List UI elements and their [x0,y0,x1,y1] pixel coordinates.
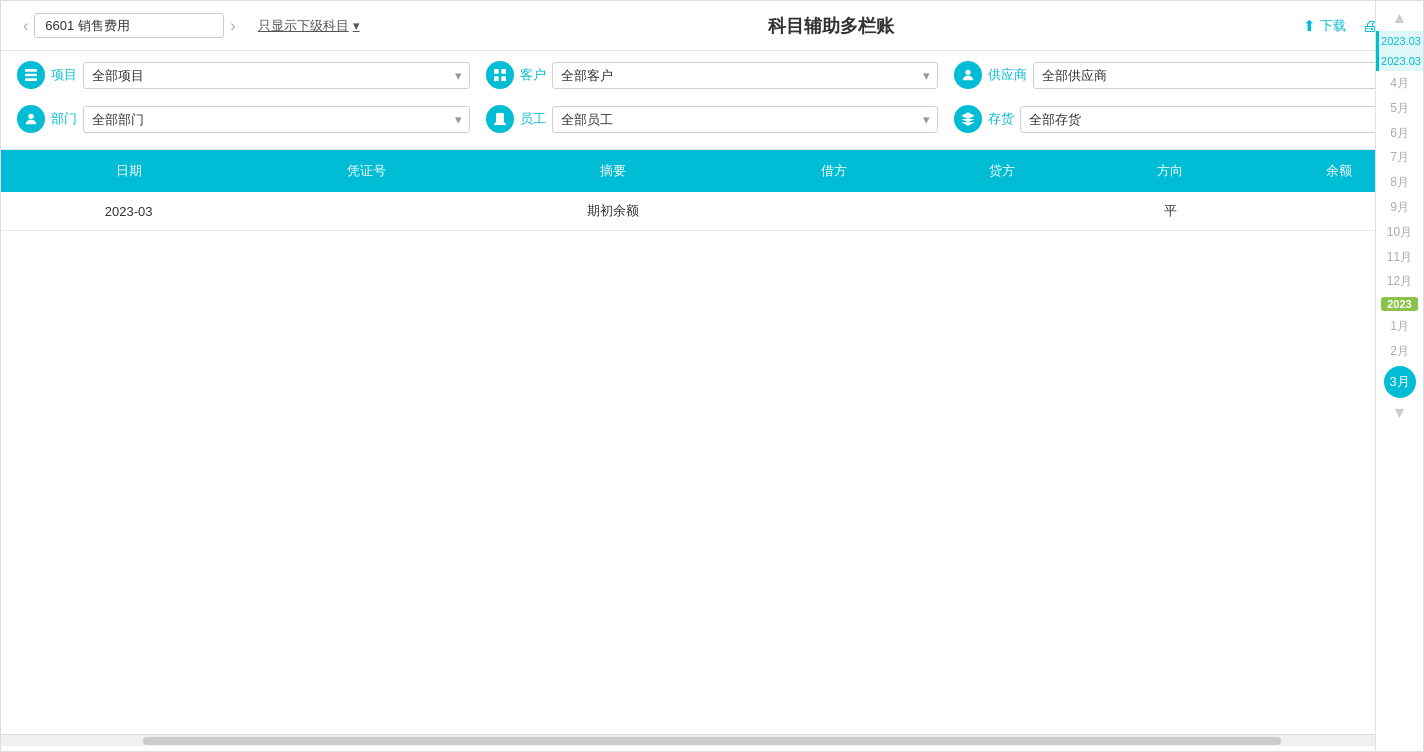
filter-row-2: 部门 全部部门 ▾ 员工 [17,105,1407,133]
table-area: 日期 凭证号 摘要 借方 贷方 方向 余额 2023-03 期初余额 [1,150,1423,734]
svg-rect-5 [496,113,504,122]
col-debit: 借方 [750,150,918,192]
page-title: 科目辅助多栏账 [360,14,1303,38]
inventory-select-wrapper: 全部存货 ▾ [1020,106,1407,133]
timeline-month-10[interactable]: 10月 [1382,220,1418,245]
download-label: 下载 [1320,17,1346,35]
project-select[interactable]: 全部项目 [83,62,470,89]
customer-select-wrapper: 全部客户 ▾ [552,62,939,89]
employee-label: 员工 [520,110,546,128]
cell-summary: 期初余额 [477,192,750,231]
download-button[interactable]: ⬆ 下载 [1303,17,1346,35]
filter-item-project: 项目 全部项目 ▾ [17,61,470,89]
supplier-icon [954,61,982,89]
col-summary: 摘要 [477,150,750,192]
filter-area: 项目 全部项目 ▾ 客户 [1,51,1423,150]
inventory-select[interactable]: 全部存货 [1020,106,1407,133]
timeline-range-end[interactable]: 2023.03 [1376,51,1423,71]
timeline-year-2023: 2023 [1381,297,1417,311]
timeline-month-12[interactable]: 12月 [1382,269,1418,294]
svg-rect-0 [25,69,37,72]
timeline-month-7[interactable]: 7月 [1382,145,1418,170]
svg-rect-2 [25,78,37,81]
supplier-select-wrapper: 全部供应商 ▾ [1033,62,1407,89]
customer-select[interactable]: 全部客户 [552,62,939,89]
project-label: 项目 [51,66,77,84]
show-sub-toggle[interactable]: 只显示下级科目 ▾ [258,17,360,35]
customer-label: 客户 [520,66,546,84]
dept-label: 部门 [51,110,77,128]
filter-item-employee: 员工 全部员工 ▾ [486,105,939,133]
inventory-icon [954,105,982,133]
account-code-input[interactable]: 6601 销售费用 [34,13,224,38]
timeline-down-nav[interactable]: ▼ [1388,400,1412,426]
employee-icon [486,105,514,133]
scrollbar-track [143,737,1281,745]
filter-item-customer: 客户 全部客户 ▾ [486,61,939,89]
timeline-month-1[interactable]: 1月 [1382,314,1418,339]
project-icon [17,61,45,89]
timeline-month-11[interactable]: 11月 [1382,245,1418,270]
employee-select-wrapper: 全部员工 ▾ [552,106,939,133]
inventory-label: 存货 [988,110,1014,128]
cell-direction: 平 [1086,192,1254,231]
header: ‹ 6601 销售费用 › 只显示下级科目 ▾ 科目辅助多栏账 ⬆ 下载 🖨 打… [1,1,1423,51]
timeline-month-2[interactable]: 2月 [1382,339,1418,364]
bottom-scrollbar[interactable] [1,734,1423,746]
timeline-month-6[interactable]: 6月 [1382,121,1418,146]
svg-point-3 [966,70,971,75]
timeline-panel: ▲ 2023.03 2023.03 4月 5月 6月 7月 8月 9月 10月 … [1375,1,1423,751]
cell-credit [918,192,1086,231]
filter-row-1: 项目 全部项目 ▾ 客户 [17,61,1407,89]
timeline-month-9[interactable]: 9月 [1382,195,1418,220]
timeline-month-4[interactable]: 4月 [1382,71,1418,96]
cell-debit [750,192,918,231]
project-select-wrapper: 全部项目 ▾ [83,62,470,89]
col-date: 日期 [1,150,256,192]
table-body: 2023-03 期初余额 平 [1,192,1423,231]
filter-item-dept: 部门 全部部门 ▾ [17,105,470,133]
ledger-table: 日期 凭证号 摘要 借方 贷方 方向 余额 2023-03 期初余额 [1,150,1423,231]
download-icon: ⬆ [1303,17,1316,35]
timeline-month-5[interactable]: 5月 [1382,96,1418,121]
cell-voucher [256,192,476,231]
show-sub-label: 只显示下级科目 [258,17,349,35]
col-credit: 贷方 [918,150,1086,192]
timeline-range-start[interactable]: 2023.03 [1376,31,1423,51]
svg-rect-1 [25,74,37,77]
svg-point-4 [28,114,33,119]
filter-item-supplier: 供应商 全部供应商 ▾ [954,61,1407,89]
timeline-month-3-current[interactable]: 3月 [1384,366,1416,398]
supplier-label: 供应商 [988,66,1027,84]
next-nav-button[interactable]: › [224,15,241,37]
timeline-up-nav[interactable]: ▲ [1388,5,1412,31]
timeline-month-8[interactable]: 8月 [1382,170,1418,195]
dept-select[interactable]: 全部部门 [83,106,470,133]
table-row[interactable]: 2023-03 期初余额 平 [1,192,1423,231]
show-sub-arrow-icon: ▾ [353,18,360,33]
prev-nav-button[interactable]: ‹ [17,15,34,37]
col-voucher: 凭证号 [256,150,476,192]
filter-item-inventory: 存货 全部存货 ▾ [954,105,1407,133]
customer-icon [486,61,514,89]
table-header-row: 日期 凭证号 摘要 借方 贷方 方向 余额 [1,150,1423,192]
supplier-select[interactable]: 全部供应商 [1033,62,1407,89]
dept-icon [17,105,45,133]
col-direction: 方向 [1086,150,1254,192]
cell-date: 2023-03 [1,192,256,231]
employee-select[interactable]: 全部员工 [552,106,939,133]
dept-select-wrapper: 全部部门 ▾ [83,106,470,133]
